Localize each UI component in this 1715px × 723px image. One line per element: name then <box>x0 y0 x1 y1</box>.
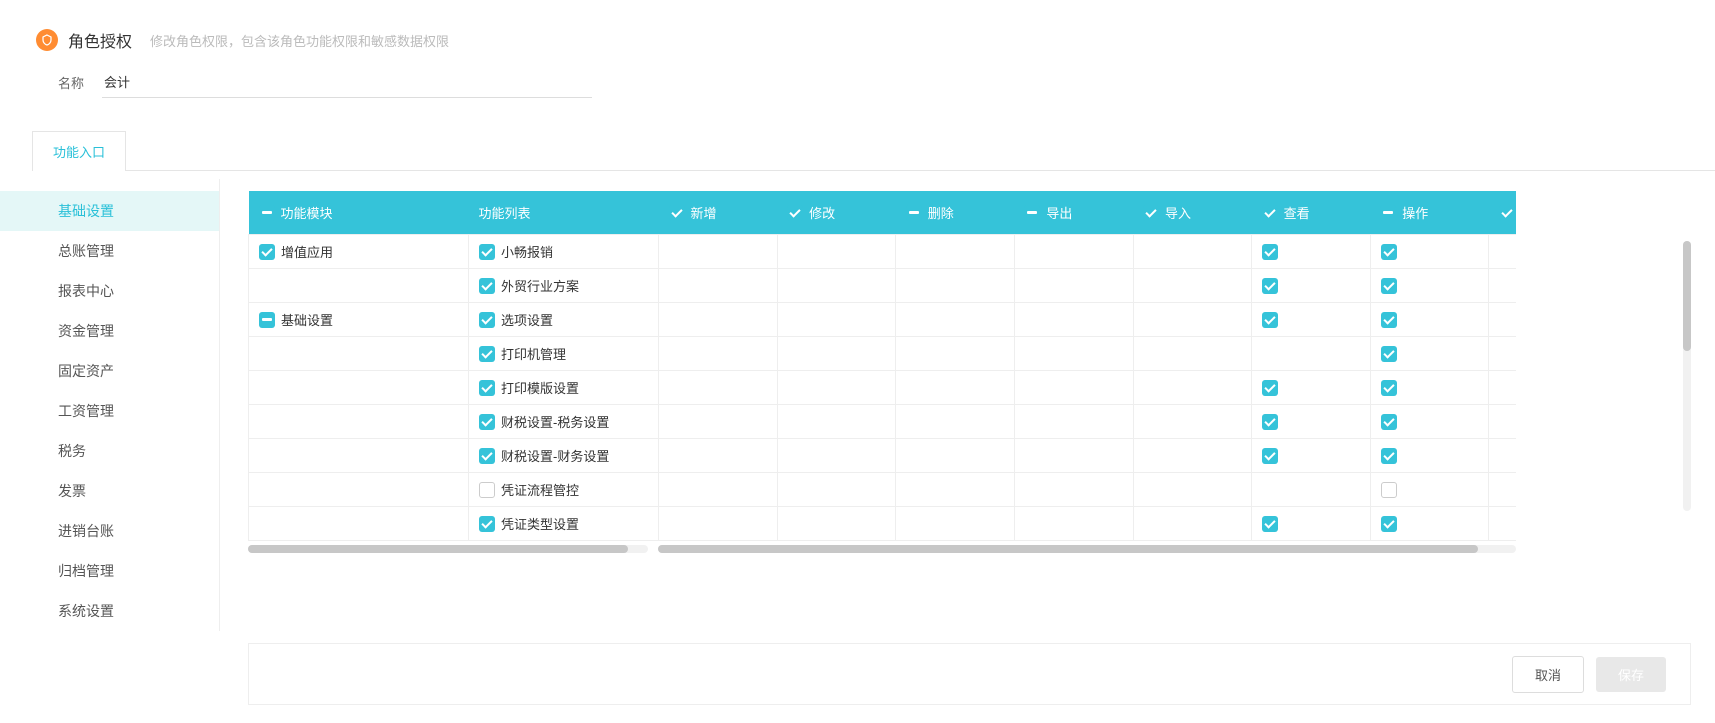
checkbox[interactable] <box>1381 448 1397 464</box>
page-subtitle: 修改角色权限，包含该角色功能权限和敏感数据权限 <box>150 31 449 50</box>
sidebar-item[interactable]: 税务 <box>0 431 219 471</box>
cancel-button[interactable]: 取消 <box>1512 656 1584 693</box>
sidebar-item[interactable]: 总账管理 <box>0 231 219 271</box>
header-checkbox[interactable] <box>1499 205 1515 221</box>
checkbox[interactable] <box>479 414 495 430</box>
h-scrollbar[interactable] <box>248 545 1516 553</box>
checkbox[interactable] <box>1262 244 1278 260</box>
header-checkbox[interactable] <box>669 205 685 221</box>
checkbox[interactable] <box>1381 346 1397 362</box>
checkbox[interactable] <box>1262 278 1278 294</box>
sidebar-item[interactable]: 固定资产 <box>0 351 219 391</box>
checkbox[interactable] <box>479 278 495 294</box>
checkbox[interactable] <box>479 448 495 464</box>
column-header: 导入 <box>1133 191 1252 235</box>
checkbox[interactable] <box>479 312 495 328</box>
header-checkbox[interactable] <box>259 205 275 221</box>
checkbox[interactable] <box>1381 414 1397 430</box>
checkbox[interactable] <box>1381 312 1397 328</box>
checkbox[interactable] <box>1381 380 1397 396</box>
checkbox[interactable] <box>1381 278 1397 294</box>
table-row: 打印机管理 <box>249 337 1517 371</box>
checkbox[interactable] <box>1262 516 1278 532</box>
checkbox[interactable] <box>1381 244 1397 260</box>
shield-icon <box>36 29 58 51</box>
sidebar-item[interactable]: 资金管理 <box>0 311 219 351</box>
v-scrollbar[interactable] <box>1683 241 1691 511</box>
header-checkbox[interactable] <box>1024 205 1040 221</box>
column-header: 功能列表 <box>469 191 659 235</box>
checkbox[interactable] <box>1381 516 1397 532</box>
table-row: 财税设置-税务设置 <box>249 405 1517 439</box>
checkbox[interactable] <box>1262 414 1278 430</box>
sidebar-item[interactable]: 工资管理 <box>0 391 219 431</box>
checkbox[interactable] <box>479 482 495 498</box>
table-row: 凭证流程管控 <box>249 473 1517 507</box>
checkbox[interactable] <box>259 312 275 328</box>
table-row: 增值应用小畅报销 <box>249 235 1517 269</box>
sidebar-item[interactable]: 报表中心 <box>0 271 219 311</box>
column-header: 查看 <box>1252 191 1371 235</box>
column-header: 修改 <box>777 191 896 235</box>
header-checkbox[interactable] <box>906 205 922 221</box>
footer-actions: 取消 保存 <box>248 643 1691 705</box>
table-row: 外贸行业方案 <box>249 269 1517 303</box>
tabs: 功能入口 <box>32 130 1715 171</box>
checkbox[interactable] <box>479 380 495 396</box>
checkbox[interactable] <box>479 244 495 260</box>
column-header: 新增 <box>659 191 778 235</box>
table-row: 打印模版设置 <box>249 371 1517 405</box>
column-header: 导出 <box>1014 191 1133 235</box>
save-button[interactable]: 保存 <box>1596 657 1666 692</box>
name-label: 名称 <box>58 73 84 98</box>
header-checkbox[interactable] <box>787 205 803 221</box>
name-field: 名称 会计 <box>58 72 1715 98</box>
checkbox[interactable] <box>1262 312 1278 328</box>
checkbox[interactable] <box>479 516 495 532</box>
sidebar-item[interactable]: 归档管理 <box>0 551 219 591</box>
sidebar-item[interactable]: 基础设置 <box>0 191 219 231</box>
name-input[interactable]: 会计 <box>102 72 592 98</box>
header-checkbox[interactable] <box>1380 205 1396 221</box>
sidebar: 基础设置总账管理报表中心资金管理固定资产工资管理税务发票进销台账归档管理系统设置 <box>0 179 220 631</box>
table-row: 凭证类型设置 <box>249 507 1517 541</box>
table-row: 财税设置-财务设置 <box>249 439 1517 473</box>
column-header: 完结/取 <box>1489 191 1516 235</box>
column-header: 操作 <box>1370 191 1489 235</box>
checkbox[interactable] <box>259 244 275 260</box>
header-checkbox[interactable] <box>1143 205 1159 221</box>
sidebar-item[interactable]: 进销台账 <box>0 511 219 551</box>
checkbox[interactable] <box>1381 482 1397 498</box>
table-row: 基础设置选项设置 <box>249 303 1517 337</box>
header-checkbox[interactable] <box>1262 205 1278 221</box>
column-header: 功能模块 <box>249 191 469 235</box>
column-header: 删除 <box>896 191 1015 235</box>
checkbox[interactable] <box>1262 380 1278 396</box>
page-title: 角色授权 <box>68 28 132 52</box>
tab-function-entry[interactable]: 功能入口 <box>32 131 126 171</box>
checkbox[interactable] <box>479 346 495 362</box>
checkbox[interactable] <box>1262 448 1278 464</box>
sidebar-item[interactable]: 系统设置 <box>0 591 219 631</box>
sidebar-item[interactable]: 发票 <box>0 471 219 511</box>
permission-table: 功能模块功能列表新增修改删除导出导入查看操作完结/取 增值应用小畅报销外贸行业方… <box>248 191 1516 541</box>
page-header: 角色授权 修改角色权限，包含该角色功能权限和敏感数据权限 <box>0 0 1715 52</box>
